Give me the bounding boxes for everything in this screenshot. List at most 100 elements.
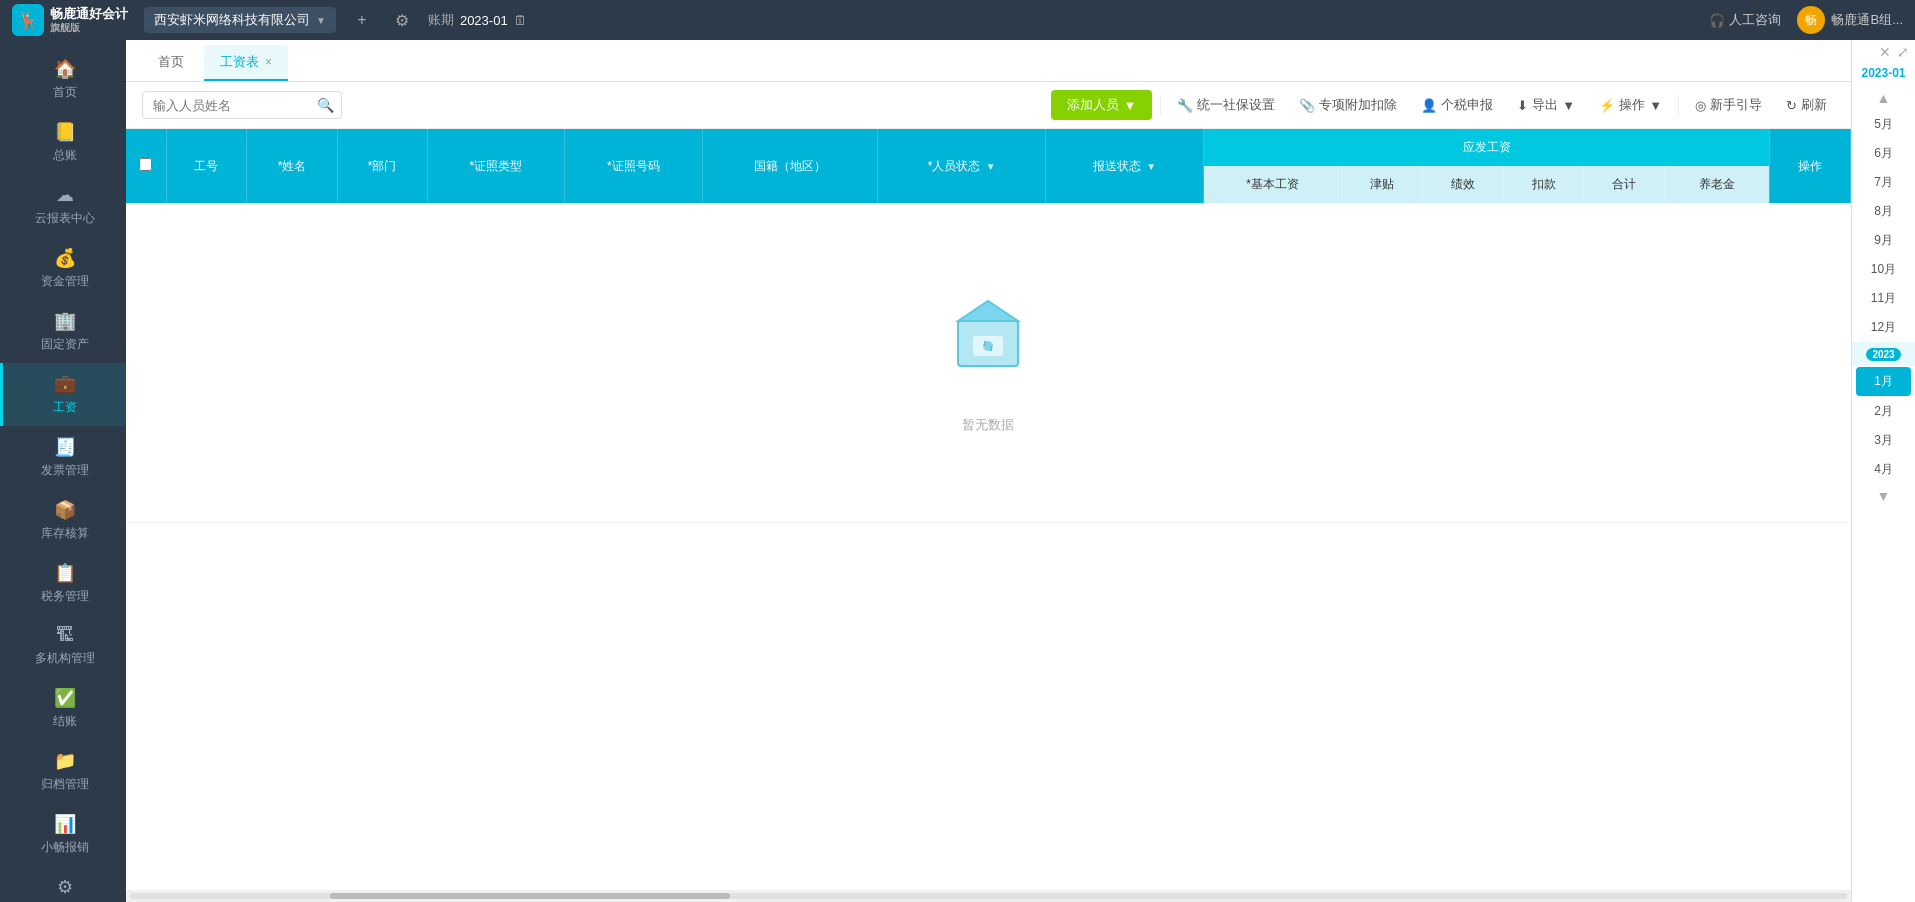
th-wage-group: 应发工资 xyxy=(1204,129,1770,166)
logo-icon: 🦌 xyxy=(12,4,44,36)
salary-icon: 💼 xyxy=(54,373,76,395)
scroll-up-arrow[interactable]: ▲ xyxy=(1852,86,1915,110)
toolbar-divider-1 xyxy=(1160,95,1161,115)
social-security-button[interactable]: 🔧 统一社保设置 xyxy=(1169,92,1283,118)
sidebar-item-asset[interactable]: 🏢 固定资产 xyxy=(0,300,126,363)
cloud-icon: ☁ xyxy=(56,184,74,206)
new-guide-icon: ◎ xyxy=(1695,98,1706,113)
service-button[interactable]: 🎧 人工咨询 xyxy=(1709,11,1781,29)
add-company-button[interactable]: + xyxy=(348,6,376,34)
th-checkbox[interactable] xyxy=(126,129,166,203)
sidebar: 🏠 首页 📒 总账 ☁ 云报表中心 💰 资金管理 🏢 固定资产 💼 工资 xyxy=(0,40,126,902)
search-field[interactable] xyxy=(153,98,313,113)
refresh-button[interactable]: ↻ 刷新 xyxy=(1778,92,1835,118)
special-deduct-icon: 📎 xyxy=(1299,98,1315,113)
panel-expand-button[interactable]: ⤢ xyxy=(1897,44,1909,60)
sidebar-item-expense[interactable]: 📊 小畅报销 xyxy=(0,803,126,866)
sidebar-item-cloud[interactable]: ☁ 云报表中心 xyxy=(0,174,126,237)
empty-text: 暂无数据 xyxy=(962,416,1014,434)
month-2022-09[interactable]: 9月 xyxy=(1852,226,1915,255)
panel-top-buttons: ✕ ⤢ xyxy=(1852,40,1915,60)
th-performance: 绩效 xyxy=(1422,166,1503,203)
month-2023-02[interactable]: 2月 xyxy=(1852,397,1915,426)
avatar: 畅 xyxy=(1797,6,1825,34)
add-btn-label: 添加人员 xyxy=(1067,96,1119,114)
sidebar-label-checkout: 结账 xyxy=(53,713,77,730)
tab-home-label: 首页 xyxy=(158,53,184,71)
scrollbar-thumb[interactable] xyxy=(330,893,730,899)
operate-icon: ⚡ xyxy=(1599,98,1615,113)
search-input-wrapper[interactable]: 🔍 xyxy=(142,91,342,119)
sidebar-item-ledger[interactable]: 📒 总账 xyxy=(0,111,126,174)
month-2022-11[interactable]: 11月 xyxy=(1852,284,1915,313)
sidebar-label-cloud: 云报表中心 xyxy=(35,210,95,227)
month-2022-10[interactable]: 10月 xyxy=(1852,255,1915,284)
th-staff-id: 工号 xyxy=(166,129,247,203)
personal-tax-button[interactable]: 👤 个税申报 xyxy=(1413,92,1501,118)
user-info[interactable]: 畅 畅鹿通B组... xyxy=(1797,6,1903,34)
sidebar-label-asset: 固定资产 xyxy=(41,336,89,353)
table-body: 暂无数据 xyxy=(126,203,1851,523)
sidebar-item-settings[interactable]: ⚙ 基础设置 xyxy=(0,866,126,902)
scroll-down-arrow[interactable]: ▼ xyxy=(1852,484,1915,508)
sidebar-item-invoice[interactable]: 🧾 发票管理 xyxy=(0,426,126,489)
empty-row: 暂无数据 xyxy=(126,203,1851,523)
period-header[interactable]: 2023-01 xyxy=(1852,60,1915,86)
tab-close-icon[interactable]: × xyxy=(265,55,272,69)
status-filter-icon[interactable]: ▼ xyxy=(986,161,996,172)
special-deduct-label: 专项附加扣除 xyxy=(1319,96,1397,114)
toolbar-divider-2 xyxy=(1678,95,1679,115)
company-selector[interactable]: 西安虾米网络科技有限公司 ▼ xyxy=(144,7,336,33)
report-filter-icon[interactable]: ▼ xyxy=(1146,161,1156,172)
sidebar-label-invoice: 发票管理 xyxy=(41,462,89,479)
month-2023-01[interactable]: 1月 xyxy=(1856,367,1911,396)
month-2022-08[interactable]: 8月 xyxy=(1852,197,1915,226)
logo-text: 畅鹿通好会计 旗舰版 xyxy=(50,6,128,34)
operate-label: 操作 xyxy=(1619,96,1645,114)
tab-home[interactable]: 首页 xyxy=(142,45,200,81)
sidebar-item-archive[interactable]: 📁 归档管理 xyxy=(0,740,126,803)
calendar-icon[interactable]: 🗓 xyxy=(514,13,527,28)
scrollbar-track[interactable] xyxy=(130,893,1847,899)
export-label: 导出 xyxy=(1532,96,1558,114)
sidebar-item-tax[interactable]: 📋 税务管理 xyxy=(0,552,126,615)
bottom-scrollbar[interactable] xyxy=(126,890,1851,902)
operate-dropdown-icon: ▼ xyxy=(1649,98,1662,113)
th-pension: 养老金 xyxy=(1665,166,1770,203)
special-deduct-button[interactable]: 📎 专项附加扣除 xyxy=(1291,92,1405,118)
month-2022-12[interactable]: 12月 xyxy=(1852,313,1915,342)
new-guide-button[interactable]: ◎ 新手引导 xyxy=(1687,92,1770,118)
sidebar-item-fund[interactable]: 💰 资金管理 xyxy=(0,237,126,300)
sidebar-label-salary: 工资 xyxy=(53,399,77,416)
tabs-bar: 首页 工资表 × xyxy=(126,40,1851,82)
export-button[interactable]: ⬇ 导出 ▼ xyxy=(1509,92,1583,118)
header-bar: 🦌 畅鹿通好会计 旗舰版 西安虾米网络科技有限公司 ▼ + ⚙ 账期 2023-… xyxy=(0,0,1915,40)
month-2022-07[interactable]: 7月 xyxy=(1852,168,1915,197)
sidebar-item-checkout[interactable]: ✅ 结账 xyxy=(0,677,126,740)
th-report-status: 报送状态 ▼ xyxy=(1045,129,1203,203)
sidebar-item-home[interactable]: 🏠 首页 xyxy=(0,48,126,111)
service-label: 人工咨询 xyxy=(1729,11,1781,29)
select-all-checkbox[interactable] xyxy=(139,158,152,171)
operate-button[interactable]: ⚡ 操作 ▼ xyxy=(1591,92,1670,118)
tab-salary-table[interactable]: 工资表 × xyxy=(204,45,288,81)
month-2023-04[interactable]: 4月 xyxy=(1852,455,1915,484)
sidebar-item-multi[interactable]: 🏗 多机构管理 xyxy=(0,615,126,677)
empty-state: 暂无数据 xyxy=(134,211,1843,514)
toolbar: 🔍 添加人员 ▼ 🔧 统一社保设置 📎 专项附加扣除 👤 xyxy=(126,82,1851,129)
sidebar-item-inventory[interactable]: 📦 库存核算 xyxy=(0,489,126,552)
month-2022-05[interactable]: 5月 xyxy=(1852,110,1915,139)
month-2023-03[interactable]: 3月 xyxy=(1852,426,1915,455)
settings-icon[interactable]: ⚙ xyxy=(388,6,416,34)
sidebar-item-salary[interactable]: 💼 工资 xyxy=(0,363,126,426)
home-icon: 🏠 xyxy=(54,58,76,80)
empty-cell: 暂无数据 xyxy=(126,203,1851,523)
month-2022-06[interactable]: 6月 xyxy=(1852,139,1915,168)
th-operate: 操作 xyxy=(1769,129,1850,203)
logo-area: 🦌 畅鹿通好会计 旗舰版 xyxy=(12,4,132,36)
export-dropdown-icon: ▼ xyxy=(1562,98,1575,113)
add-employee-button[interactable]: 添加人员 ▼ xyxy=(1051,90,1152,120)
sidebar-label-archive: 归档管理 xyxy=(41,776,89,793)
panel-close-button[interactable]: ✕ xyxy=(1879,44,1891,60)
year-2023-label: 2023 xyxy=(1852,342,1915,366)
